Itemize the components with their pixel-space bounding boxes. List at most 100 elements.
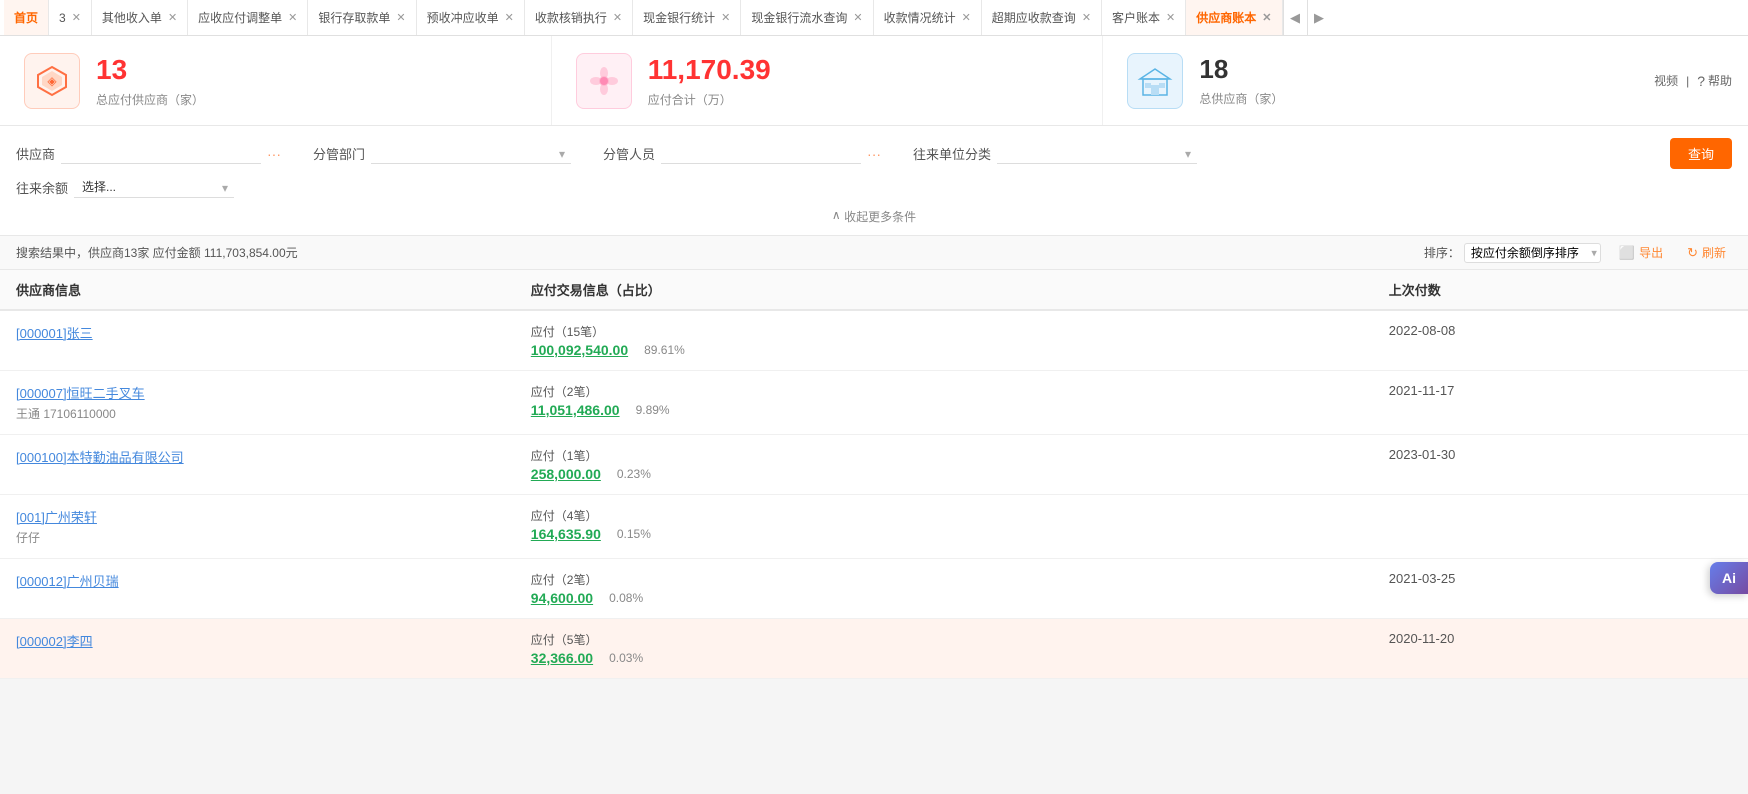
nav-tab-collect[interactable]: 收款核销执行 ✕	[525, 0, 633, 36]
supplier-col-1: [000001]张三	[16, 323, 531, 342]
filter-row-1: 供应商 ··· 分管部门 分管人员 ··· 往来单位分类	[16, 138, 1732, 169]
refresh-button[interactable]: ↻ 刷新	[1681, 242, 1732, 263]
filter-item-supplier: 供应商 ···	[16, 143, 281, 164]
nav-tab-customer-close[interactable]: ✕	[1166, 11, 1175, 24]
stat-label-total: 应付合计（万）	[648, 91, 771, 108]
supplier-link-2[interactable]: [000007]恒旺二手叉车	[16, 386, 145, 401]
help-link[interactable]: ? 帮助	[1697, 72, 1732, 89]
person-filter-input[interactable]	[661, 143, 861, 164]
nav-tab-collect-close[interactable]: ✕	[613, 11, 622, 24]
divider: |	[1686, 74, 1689, 88]
nav-tab-bank-close[interactable]: ✕	[396, 11, 405, 24]
supplier-name-5: 广州贝瑞	[67, 574, 119, 589]
table-row: [001]广州荣轩 仔仔 应付（4笔） 164,635.90 0.15%	[0, 495, 1748, 559]
lastpay-col-1: 2022-08-08	[1389, 323, 1732, 338]
export-button[interactable]: ⬜ 导出	[1613, 242, 1669, 263]
nav-tab-collectstat-close[interactable]: ✕	[962, 11, 971, 24]
trans-percent-2: 9.89%	[636, 403, 670, 417]
supplier-filter-dots[interactable]: ···	[267, 146, 281, 162]
trans-row-3: 258,000.00 0.23%	[531, 466, 1389, 482]
nav-tab-supplier-close[interactable]: ✕	[1262, 11, 1271, 24]
ai-button[interactable]: Ai	[1710, 562, 1748, 594]
collapse-bar[interactable]: ∧ 收起更多条件	[16, 206, 1732, 227]
nav-tab-cashflow[interactable]: 现金银行流水查询 ✕	[741, 0, 873, 36]
nav-tab-overdue-close[interactable]: ✕	[1082, 11, 1091, 24]
supplier-name-6: 李四	[67, 634, 93, 649]
table-row: [000002]李四 应付（5笔） 32,366.00 0.03% 2020-1…	[0, 619, 1748, 679]
table-row: [000012]广州贝瑞 应付（2笔） 94,600.00 0.08% 2021…	[0, 559, 1748, 619]
nav-tab-income-close[interactable]: ✕	[168, 11, 177, 24]
supplier-code-5: [000012]	[16, 574, 67, 589]
table-row: [000007]恒旺二手叉车 王通 17106110000 应付（2笔） 11,…	[0, 371, 1748, 435]
nav-tab-prepay[interactable]: 预收冲应收单 ✕	[417, 0, 525, 36]
trans-amount-1[interactable]: 100,092,540.00	[531, 342, 628, 358]
sort-select[interactable]: 按应付余额倒序排序按应付余额升序排序按往来名称排序	[1464, 243, 1601, 263]
trans-label-6: 应付（5笔）	[531, 631, 1389, 648]
trans-percent-1: 89.61%	[644, 343, 685, 357]
transaction-col-6: 应付（5笔） 32,366.00 0.03%	[531, 631, 1389, 666]
supplier-link-4[interactable]: [001]广州荣轩	[16, 510, 97, 525]
transaction-col-3: 应付（1笔） 258,000.00 0.23%	[531, 447, 1389, 482]
stat-icon-store	[1127, 53, 1183, 109]
nav-tab-collectstat[interactable]: 收款情况统计 ✕	[874, 0, 982, 36]
col-header-lastpay: 上次付数	[1389, 280, 1732, 299]
trans-amount-4[interactable]: 164,635.90	[531, 526, 601, 542]
last-pay-date-2: 2021-11-17	[1389, 383, 1455, 398]
balance-filter-select[interactable]: 选择...	[74, 177, 234, 198]
supplier-name-2: 恒旺二手叉车	[67, 386, 145, 401]
nav-tab-3-label: 3	[59, 11, 66, 25]
trans-amount-2[interactable]: 11,051,486.00	[531, 402, 620, 418]
nav-tab-customer[interactable]: 客户账本 ✕	[1102, 0, 1186, 36]
nav-tab-3[interactable]: 3 ✕	[49, 0, 92, 36]
nav-tab-income[interactable]: 其他收入单 ✕	[92, 0, 188, 36]
supplier-filter-input[interactable]	[61, 143, 261, 164]
export-label: 导出	[1639, 244, 1663, 261]
person-filter-dots[interactable]: ···	[867, 146, 881, 162]
col-header-transaction: 应付交易信息（占比）	[531, 280, 1389, 299]
trans-info-1: 应付（15笔） 100,092,540.00 89.61%	[531, 323, 1389, 358]
nav-tab-cashflow-label: 现金银行流水查询	[751, 9, 847, 26]
page-container: 首页 3 ✕ 其他收入单 ✕ 应收应付调整单 ✕ 银行存取款单 ✕ 预收冲应收单…	[0, 0, 1748, 794]
dept-filter-select[interactable]	[371, 143, 571, 164]
supplier-link-3[interactable]: [000100]本特勤油品有限公司	[16, 450, 184, 465]
video-link[interactable]: 视频	[1654, 72, 1678, 89]
supplier-col-4: [001]广州荣轩 仔仔	[16, 507, 531, 546]
top-right-links: 视频 | ? 帮助	[1654, 72, 1748, 89]
nav-tab-adjust-close[interactable]: ✕	[288, 11, 297, 24]
nav-tab-cashflow-close[interactable]: ✕	[853, 11, 862, 24]
stat-item-total-suppliers: 18 总供应商（家）	[1103, 36, 1654, 125]
nav-tab-prepay-close[interactable]: ✕	[505, 11, 514, 24]
nav-tab-supplier[interactable]: 供应商账本 ✕	[1186, 0, 1282, 36]
trans-row-2: 11,051,486.00 9.89%	[531, 402, 1389, 418]
stat-label-payable: 总应付供应商（家）	[96, 91, 204, 108]
query-button[interactable]: 查询	[1670, 138, 1732, 169]
supplier-link-5[interactable]: [000012]广州贝瑞	[16, 574, 119, 589]
nav-tab-bank[interactable]: 银行存取款单 ✕	[308, 0, 416, 36]
stat-icon-diamond: ◈	[24, 53, 80, 109]
trans-amount-3[interactable]: 258,000.00	[531, 466, 601, 482]
lastpay-col-3: 2023-01-30	[1389, 447, 1732, 462]
supplier-link-1[interactable]: [000001]张三	[16, 326, 93, 341]
nav-tab-adjust[interactable]: 应收应付调整单 ✕	[188, 0, 308, 36]
last-pay-date-1: 2022-08-08	[1389, 323, 1456, 338]
supplier-code-4: [001]	[16, 510, 45, 525]
stat-number-payable: 13	[96, 53, 204, 87]
nav-tab-overdue[interactable]: 超期应收款查询 ✕	[982, 0, 1102, 36]
nav-arrow-left[interactable]: ◀	[1283, 0, 1307, 36]
nav-tab-3-close[interactable]: ✕	[72, 11, 81, 24]
stat-text-total-suppliers: 18 总供应商（家）	[1199, 54, 1283, 106]
nav-tab-home[interactable]: 首页	[4, 0, 49, 36]
trans-row-1: 100,092,540.00 89.61%	[531, 342, 1389, 358]
trans-amount-6[interactable]: 32,366.00	[531, 650, 593, 666]
trans-amount-5[interactable]: 94,600.00	[531, 590, 593, 606]
category-filter-select[interactable]	[997, 143, 1197, 164]
nav-tab-cashstat-close[interactable]: ✕	[721, 11, 730, 24]
nav-tab-cashstat[interactable]: 现金银行统计 ✕	[633, 0, 741, 36]
nav-arrow-right[interactable]: ▶	[1307, 0, 1331, 36]
trans-percent-3: 0.23%	[617, 467, 651, 481]
supplier-link-6[interactable]: [000002]李四	[16, 634, 93, 649]
sort-label-text: 排序：	[1424, 244, 1460, 261]
trans-label-2: 应付（2笔）	[531, 383, 1389, 400]
result-summary: 搜索结果中，供应商13家 应付金额 111,703,854.00元	[16, 244, 298, 261]
last-pay-date-3: 2023-01-30	[1389, 447, 1456, 462]
